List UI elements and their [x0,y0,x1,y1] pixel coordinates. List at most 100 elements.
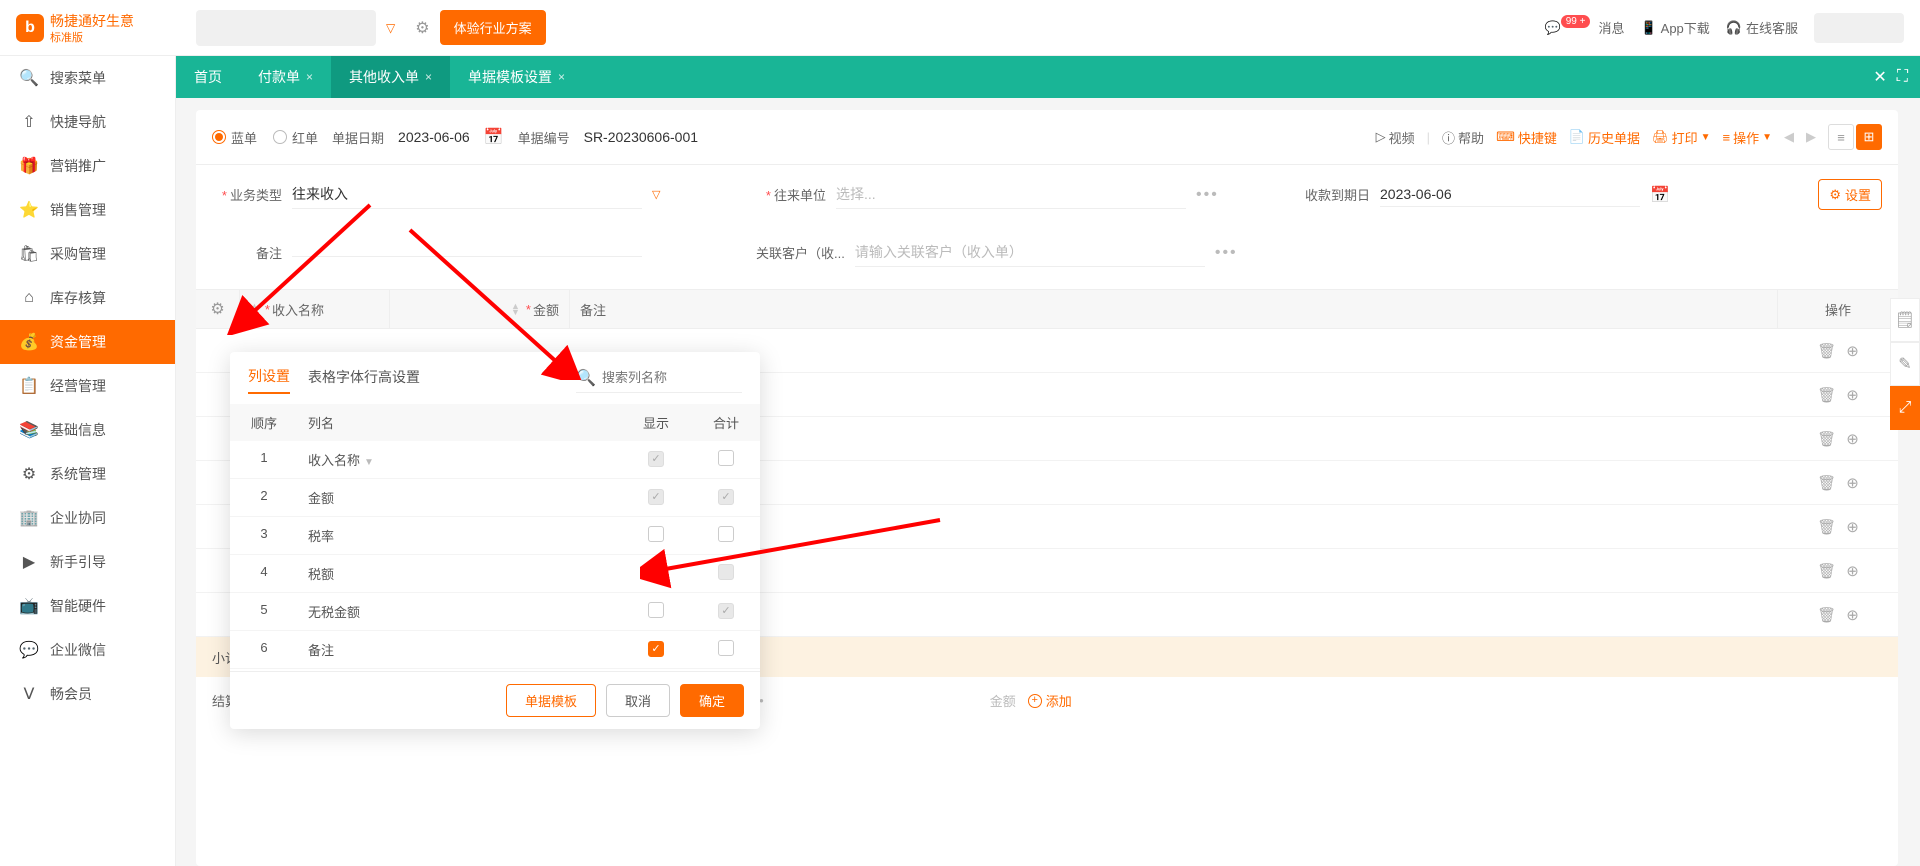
checkbox-on-icon[interactable]: ✓ [648,641,664,657]
due-date-field[interactable]: 收款到期日 2023-06-06 📅 [1300,179,1794,210]
sidebar-item-11[interactable]: ▶新手引导 [0,540,175,584]
copy-icon[interactable]: ⊕ [1846,342,1859,360]
remark-field[interactable]: 备注 [212,238,732,267]
shortcut-button[interactable]: ⌨ 快捷键 [1496,128,1557,147]
settings-button[interactable]: ⚙ 设置 [1818,179,1882,210]
trial-industry-button[interactable]: 体验行业方案 [440,10,546,45]
checkbox-off-icon[interactable] [648,526,664,542]
print-button[interactable]: 🖨 打印 ▼ [1652,128,1710,147]
party-field[interactable]: *往来单位 选择... ••• [756,179,1276,210]
sidebar-item-1[interactable]: ⇧快捷导航 [0,100,175,144]
sidebar-item-13[interactable]: 💬企业微信 [0,628,175,672]
delete-icon[interactable]: 🗑 [1817,518,1836,536]
tab-close-icon[interactable]: × [425,70,432,84]
help-button[interactable]: ⓘ 帮助 [1442,128,1484,147]
popup-search-input[interactable] [602,370,742,385]
calendar-icon[interactable]: 📅 [484,127,504,147]
date-value[interactable]: 2023-06-06 [398,129,470,145]
tab-close-icon[interactable]: × [558,70,565,84]
popup-column-row[interactable]: 5 无税金额 ✓ [230,593,760,631]
sidebar-item-0[interactable]: 🔍搜索菜单 [0,56,175,100]
popup-tab-columns[interactable]: 列设置 [248,366,290,394]
copy-icon[interactable]: ⊕ [1846,386,1859,404]
company-dropdown-icon[interactable]: ▽ [386,21,395,35]
delete-icon[interactable]: 🗑 [1817,474,1836,492]
delete-icon[interactable]: 🗑 [1817,562,1836,580]
checkbox-off-icon[interactable] [718,450,734,466]
video-button[interactable]: ▷ 视频 [1376,128,1415,147]
float-edit-icon[interactable]: ✎ [1890,342,1920,386]
view-toggle-card[interactable]: ⊞ [1856,124,1882,150]
online-service-link[interactable]: 🎧 在线客服 [1726,18,1798,37]
tab-close-icon[interactable]: × [306,70,313,84]
sidebar-item-9[interactable]: ⚙系统管理 [0,452,175,496]
tab-1[interactable]: 付款单× [240,56,331,98]
delete-icon[interactable]: 🗑 [1817,386,1836,404]
checkbox-off-icon[interactable] [718,526,734,542]
sidebar-item-14[interactable]: Ⅴ畅会员 [0,672,175,716]
sidebar-item-8[interactable]: 📚基础信息 [0,408,175,452]
delete-icon[interactable]: 🗑 [1817,342,1836,360]
copy-icon[interactable]: ⊕ [1846,430,1859,448]
user-avatar[interactable] [1814,13,1904,43]
view-toggle-list[interactable]: ≡ [1828,124,1854,150]
settings-icon[interactable]: ⚙ [415,18,429,38]
popup-ok-button[interactable]: 确定 [680,684,744,717]
checkbox-off-icon[interactable] [648,602,664,618]
tab-3[interactable]: 单据模板设置× [450,56,583,98]
fullscreen-icon[interactable]: ⛶ [1897,68,1908,86]
sidebar-item-7[interactable]: 📋经营管理 [0,364,175,408]
tab-0[interactable]: 首页 [176,56,240,98]
popup-column-row[interactable]: 7 核销金额 [230,669,760,671]
add-button[interactable]: + 添加 [1028,691,1072,710]
popup-head-name: 列名 [298,404,620,441]
popup-search[interactable]: 🔍 [576,368,742,393]
popup-column-row[interactable]: 6 备注 ✓ [230,631,760,669]
float-note-icon[interactable]: 🗒 [1890,298,1920,342]
operate-button[interactable]: ≡ 操作 ▼ [1722,128,1772,147]
prev-button[interactable]: ◀ [1784,129,1794,145]
app-download-link[interactable]: 📱 App下载 [1640,18,1709,37]
radio-red[interactable]: 红单 [273,128,318,147]
delete-icon[interactable]: 🗑 [1817,606,1836,624]
checkbox-off-icon[interactable] [648,564,664,580]
calendar-icon[interactable]: 📅 [1650,185,1670,205]
popup-template-button[interactable]: 单据模板 [506,684,596,717]
company-selector[interactable] [196,10,376,46]
sidebar-label: 智能硬件 [50,596,106,616]
checkbox-off-icon[interactable] [718,640,734,656]
sidebar-item-12[interactable]: 📺智能硬件 [0,584,175,628]
sidebar-item-2[interactable]: 🎁营销推广 [0,144,175,188]
radio-blue[interactable]: 蓝单 [212,128,257,147]
history-button[interactable]: 📄 历史单据 [1569,128,1640,147]
copy-icon[interactable]: ⊕ [1846,474,1859,492]
popup-head-order: 顺序 [230,404,298,441]
sidebar-item-6[interactable]: 💰资金管理 [0,320,175,364]
sidebar-item-3[interactable]: ⭐销售管理 [0,188,175,232]
copy-icon[interactable]: ⊕ [1846,562,1859,580]
copy-icon[interactable]: ⊕ [1846,518,1859,536]
col-income[interactable]: ▲▼ *收入名称 [240,290,390,328]
next-button[interactable]: ▶ [1806,129,1816,145]
popup-column-row[interactable]: 1 收入名称▼ ✓ [230,441,760,479]
popup-tab-font[interactable]: 表格字体行高设置 [308,367,420,393]
relate-customer-field[interactable]: 关联客户（收... 请输入关联客户（收入单） ••• [756,238,1276,267]
popup-column-row[interactable]: 4 税额 [230,555,760,593]
popup-column-row[interactable]: 2 金额 ✓ ✓ [230,479,760,517]
popup-column-row[interactable]: 3 税率 [230,517,760,555]
biz-type-field[interactable]: *业务类型 往来收入 ▽ [212,179,732,210]
sidebar-item-5[interactable]: ⌂库存核算 [0,276,175,320]
sidebar-item-10[interactable]: 🏢企业协同 [0,496,175,540]
close-tab-icon[interactable]: ✕ [1873,67,1886,87]
column-settings-button[interactable]: ⚙ [196,290,240,328]
sidebar-icon: ⚙ [20,465,38,483]
messages-link[interactable]: 💬 99 + 消息 [1545,18,1625,37]
col-amount[interactable]: ▲▼ *金额 [390,290,570,328]
copy-icon[interactable]: ⊕ [1846,606,1859,624]
sidebar-item-4[interactable]: 🛍采购管理 [0,232,175,276]
delete-icon[interactable]: 🗑 [1817,430,1836,448]
popup-cancel-button[interactable]: 取消 [606,684,670,717]
float-expand-icon[interactable]: ⤢ [1890,386,1920,430]
tab-2[interactable]: 其他收入单× [331,56,450,98]
phone-icon: 📱 [1640,20,1656,36]
